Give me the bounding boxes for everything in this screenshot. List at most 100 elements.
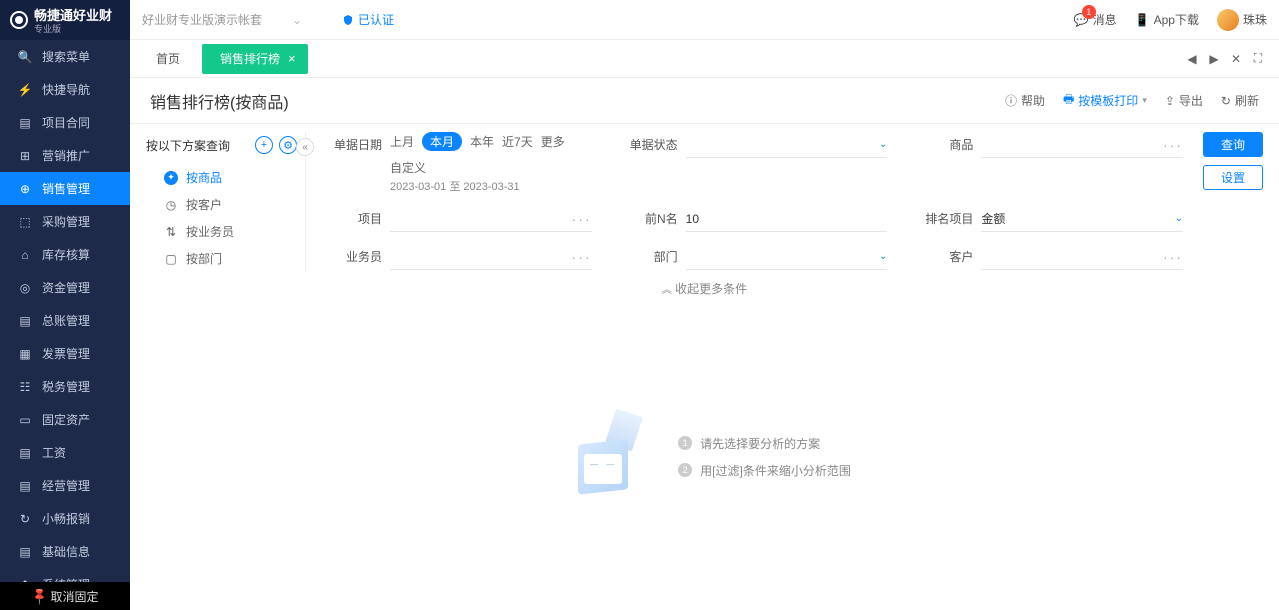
status-label: 单据状态 <box>622 132 686 153</box>
chevron-down-icon: ⌄ <box>879 139 887 150</box>
sidebar-pin-toggle[interactable]: 📌 取消固定 <box>0 582 130 610</box>
empty-illustration <box>558 412 648 502</box>
bolt-icon: ⚡ <box>18 83 32 97</box>
refresh-icon: ↻ <box>18 512 32 526</box>
refresh-button[interactable]: ↻刷新 <box>1221 92 1259 109</box>
export-label: 导出 <box>1179 92 1203 109</box>
scheme-collapse-button[interactable]: « <box>296 138 314 156</box>
date-thismonth[interactable]: 本月 <box>422 132 462 151</box>
nav-funds[interactable]: ◎ 资金管理 <box>0 271 130 304</box>
nav-basic[interactable]: ▤基础信息 <box>0 535 130 568</box>
nav-assets[interactable]: ▭固定资产 <box>0 403 130 436</box>
tab-prev-button[interactable]: ◀ <box>1181 48 1203 70</box>
nav-label: 快捷导航 <box>42 81 90 98</box>
status-select[interactable]: ⌄ <box>686 132 888 158</box>
dept-select[interactable]: ⌄ <box>686 244 888 270</box>
project-label: 项目 <box>326 206 390 227</box>
tab-close-all-button[interactable]: ✕ <box>1225 48 1247 70</box>
field-salesman: 业务员 ··· <box>326 244 592 272</box>
book-icon: ▤ <box>18 545 32 559</box>
nav-marketing[interactable]: ⊞营销推广 <box>0 139 130 172</box>
scheme-by-customer[interactable]: ◷按客户 <box>164 191 305 218</box>
nav-label: 工资 <box>42 444 66 461</box>
chevron-down-icon: ▾ <box>1142 95 1147 106</box>
rankby-label: 排名项目 <box>917 206 981 227</box>
shield-icon <box>342 14 354 26</box>
scheme-by-dept[interactable]: ▢按部门 <box>164 245 305 272</box>
nav-sales[interactable]: ⊕销售管理 <box>0 172 130 205</box>
nav-quick[interactable]: ⚡ 快捷导航 <box>0 73 130 106</box>
nav-label: 经营管理 <box>42 477 90 494</box>
topn-input[interactable]: 10 <box>686 206 888 232</box>
nav-system[interactable]: ✿系统管理 <box>0 568 130 582</box>
date-custom[interactable]: 自定义 <box>390 159 426 176</box>
more-icon: ··· <box>1163 249 1183 265</box>
nav-purchase[interactable]: ⬚采购管理 <box>0 205 130 238</box>
nav-salary[interactable]: ▤ 工资 <box>0 436 130 469</box>
help-button[interactable]: ⓘ帮助 <box>1005 92 1045 109</box>
date-more[interactable]: 更多 <box>541 133 565 150</box>
brand-sub: 专业版 <box>34 22 112 35</box>
nav-business[interactable]: ▤ 经营管理 <box>0 469 130 502</box>
empty-state: 1 请先选择要分析的方案 2 用[过滤]条件来缩小分析范围 <box>130 303 1279 610</box>
field-status: 单据状态 ⌄ <box>622 132 888 196</box>
messages-button[interactable]: 💬 消息 1 <box>1074 11 1117 28</box>
verified-label: 已认证 <box>358 11 394 28</box>
query-button[interactable]: 查询 <box>1203 132 1263 157</box>
list-icon: ▤ <box>18 314 32 328</box>
coin-icon: ◎ <box>18 281 32 295</box>
goods-picker[interactable]: ··· <box>981 132 1183 158</box>
nav-contract[interactable]: ▤项目合同 <box>0 106 130 139</box>
account-selector[interactable]: 好业财专业版演示帐套 ⌄ <box>142 11 322 28</box>
nav-tax[interactable]: ☷税务管理 <box>0 370 130 403</box>
salesman-picker[interactable]: ··· <box>390 244 592 270</box>
dept-label: 部门 <box>622 244 686 265</box>
scheme-setting-button[interactable]: ⚙ <box>279 136 297 154</box>
nav-ledger[interactable]: ▤总账管理 <box>0 304 130 337</box>
scheme-by-goods[interactable]: ✦按商品 <box>164 164 305 191</box>
filter-area: 按以下方案查询 + ⚙ « ✦按商品 ◷按客户 ⇅按业务员 ▢按部门 <box>130 124 1279 272</box>
nav-label: 小畅报销 <box>42 510 90 527</box>
scheme-label: 按业务员 <box>186 223 234 240</box>
tab-sales-rank[interactable]: 销售排行榜 × <box>202 44 308 74</box>
user-menu[interactable]: 珠珠 <box>1217 9 1267 31</box>
step-text: 用[过滤]条件来缩小分析范围 <box>700 462 851 479</box>
date-7days[interactable]: 近7天 <box>502 133 533 150</box>
refresh-label: 刷新 <box>1235 92 1259 109</box>
nav-label: 项目合同 <box>42 114 90 131</box>
page-header: 销售排行榜(按商品) ⓘ帮助 🖶按模板打印▾ ⇪导出 ↻刷新 <box>130 78 1279 124</box>
logo: 畅捷通好业财 专业版 <box>0 0 130 40</box>
salary-icon: ▤ <box>18 446 32 460</box>
print-template-button[interactable]: 🖶按模板打印▾ <box>1063 90 1147 111</box>
app-label: App下载 <box>1154 11 1199 28</box>
date-thisyear[interactable]: 本年 <box>470 133 494 150</box>
messages-badge: 1 <box>1082 5 1096 19</box>
collapse-filters-button[interactable]: ︽ 收起更多条件 <box>130 272 1279 303</box>
date-lastmonth[interactable]: 上月 <box>390 133 414 150</box>
nav-reimburse[interactable]: ↻ 小畅报销 <box>0 502 130 535</box>
nav-invoice[interactable]: ▦发票管理 <box>0 337 130 370</box>
customer-picker[interactable]: ··· <box>981 244 1183 270</box>
phone-icon: 📱 <box>1135 13 1150 27</box>
rankby-select[interactable]: 金额⌄ <box>981 206 1183 232</box>
step-number: 1 <box>678 436 692 450</box>
project-picker[interactable]: ··· <box>390 206 592 232</box>
verified-badge[interactable]: 已认证 <box>322 11 394 28</box>
export-button[interactable]: ⇪导出 <box>1165 92 1203 109</box>
scheme-add-button[interactable]: + <box>255 136 273 154</box>
nav-label: 资金管理 <box>42 279 90 296</box>
chart-icon: ▤ <box>18 479 32 493</box>
nav-search[interactable]: 🔍搜索菜单 <box>0 40 130 73</box>
nav-inventory[interactable]: ⌂库存核算 <box>0 238 130 271</box>
tab-next-button[interactable]: ▶ <box>1203 48 1225 70</box>
scheme-label: 按部门 <box>186 250 222 267</box>
scheme-by-salesman[interactable]: ⇅按业务员 <box>164 218 305 245</box>
app-download-button[interactable]: 📱 App下载 <box>1135 11 1199 28</box>
setting-button[interactable]: 设置 <box>1203 165 1263 190</box>
cart-icon: ⊕ <box>18 182 32 196</box>
tab-home[interactable]: 首页 <box>138 40 198 77</box>
scheme-title: 按以下方案查询 <box>146 137 230 154</box>
fullscreen-button[interactable]: ⛶ <box>1247 48 1269 70</box>
close-icon[interactable]: × <box>288 51 296 66</box>
rankby-value: 金额 <box>981 210 1005 227</box>
